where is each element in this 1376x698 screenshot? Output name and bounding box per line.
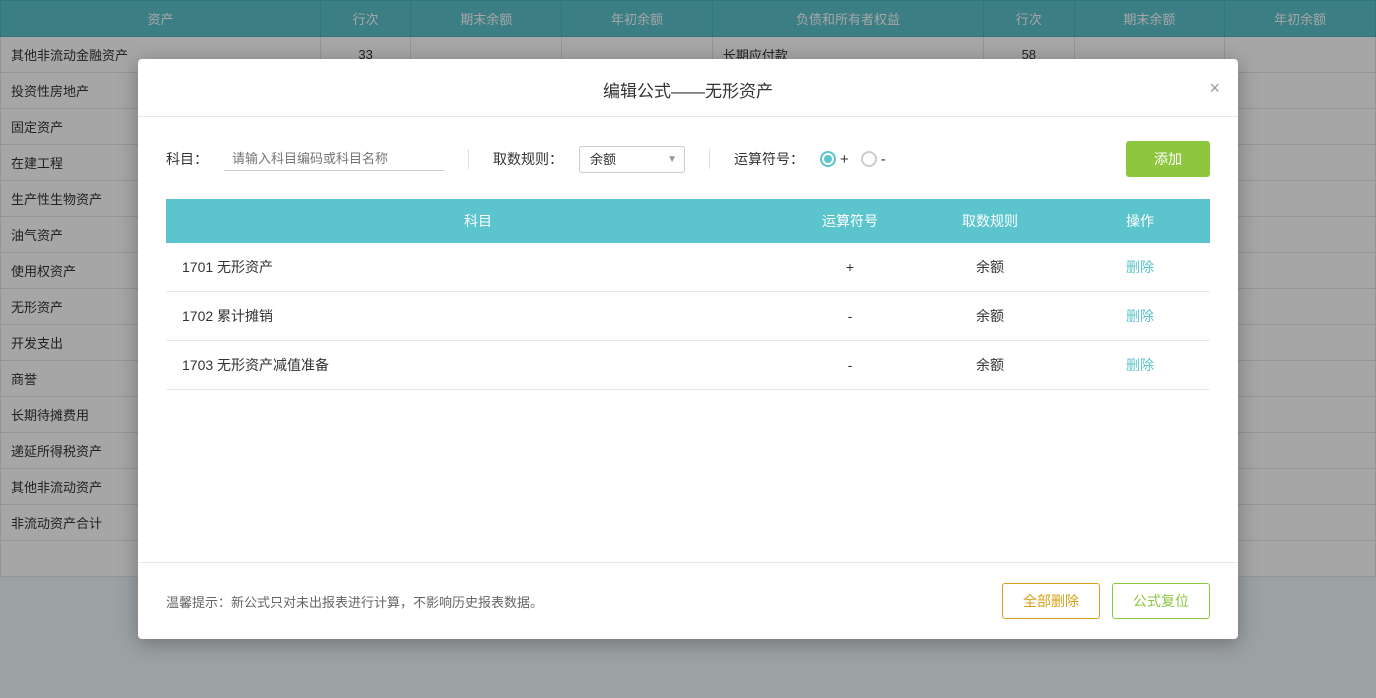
rule-cell: 余额 xyxy=(910,341,1070,390)
divider xyxy=(468,149,469,169)
modal-overlay: 编辑公式——无形资产 × 科目： 取数规则： 余额 借方发生额 贷方发生额 xyxy=(0,0,1376,698)
formula-table: 科目 运算符号 取数规则 操作 1701 无形资产+余额删除1702 累计摊销-… xyxy=(166,199,1210,390)
rule-select[interactable]: 余额 借方发生额 贷方发生额 xyxy=(579,146,685,173)
action-cell: 删除 xyxy=(1070,341,1210,390)
subject-cell: 1702 累计摊销 xyxy=(166,292,790,341)
table-row: 1702 累计摊销-余额 删除 xyxy=(166,292,1210,341)
operator-minus-radio[interactable]: - xyxy=(861,151,886,168)
subject-input[interactable] xyxy=(224,147,444,171)
subject-cell: 1703 无形资产减值准备 xyxy=(166,341,790,390)
col-header-subject: 科目 xyxy=(166,199,790,243)
rule-label: 取数规则： xyxy=(493,149,563,169)
footer-buttons: 全部删除 公式复位 xyxy=(1002,583,1210,619)
delete-link[interactable]: 删除 xyxy=(1126,357,1154,373)
operator-minus-label: - xyxy=(881,151,886,168)
divider2 xyxy=(709,149,710,169)
modal-header: 编辑公式——无形资产 × xyxy=(138,59,1238,117)
col-header-rule: 取数规则 xyxy=(910,199,1070,243)
radio-minus-circle xyxy=(861,151,877,167)
subject-label: 科目： xyxy=(166,149,208,169)
operator-plus-radio[interactable]: + xyxy=(820,151,849,168)
action-cell: 删除 xyxy=(1070,292,1210,341)
operator-label: 运算符号： xyxy=(734,149,804,169)
table-row: 1701 无形资产+余额 删除 xyxy=(166,243,1210,292)
operator-cell: - xyxy=(790,341,910,390)
operator-cell: - xyxy=(790,292,910,341)
rule-cell: 余额 xyxy=(910,243,1070,292)
action-cell: 删除 xyxy=(1070,243,1210,292)
col-header-action: 操作 xyxy=(1070,199,1210,243)
delete-link[interactable]: 删除 xyxy=(1126,308,1154,324)
modal-close-button[interactable]: × xyxy=(1209,79,1220,97)
edit-formula-modal: 编辑公式——无形资产 × 科目： 取数规则： 余额 借方发生额 贷方发生额 xyxy=(138,59,1238,639)
add-button[interactable]: 添加 xyxy=(1126,141,1210,177)
rule-cell: 余额 xyxy=(910,292,1070,341)
radio-plus-circle xyxy=(820,151,836,167)
rule-select-wrap: 余额 借方发生额 贷方发生额 ▼ xyxy=(579,146,685,173)
reset-formula-button[interactable]: 公式复位 xyxy=(1112,583,1210,619)
modal-footer: 温馨提示：新公式只对未出报表进行计算，不影响历史报表数据。 全部删除 公式复位 xyxy=(138,562,1238,639)
table-row: 1703 无形资产减值准备-余额 删除 xyxy=(166,341,1210,390)
delete-all-button[interactable]: 全部删除 xyxy=(1002,583,1100,619)
operator-plus-label: + xyxy=(840,151,849,168)
operator-cell: + xyxy=(790,243,910,292)
form-row: 科目： 取数规则： 余额 借方发生额 贷方发生额 ▼ 运算符号： xyxy=(166,141,1210,177)
modal-body: 科目： 取数规则： 余额 借方发生额 贷方发生额 ▼ 运算符号： xyxy=(138,117,1238,562)
footer-tip: 温馨提示：新公式只对未出报表进行计算，不影响历史报表数据。 xyxy=(166,592,543,611)
delete-link[interactable]: 删除 xyxy=(1126,259,1154,275)
operator-radio-group: + - xyxy=(820,151,886,168)
subject-cell: 1701 无形资产 xyxy=(166,243,790,292)
col-header-operator: 运算符号 xyxy=(790,199,910,243)
modal-title: 编辑公式——无形资产 xyxy=(603,77,773,102)
